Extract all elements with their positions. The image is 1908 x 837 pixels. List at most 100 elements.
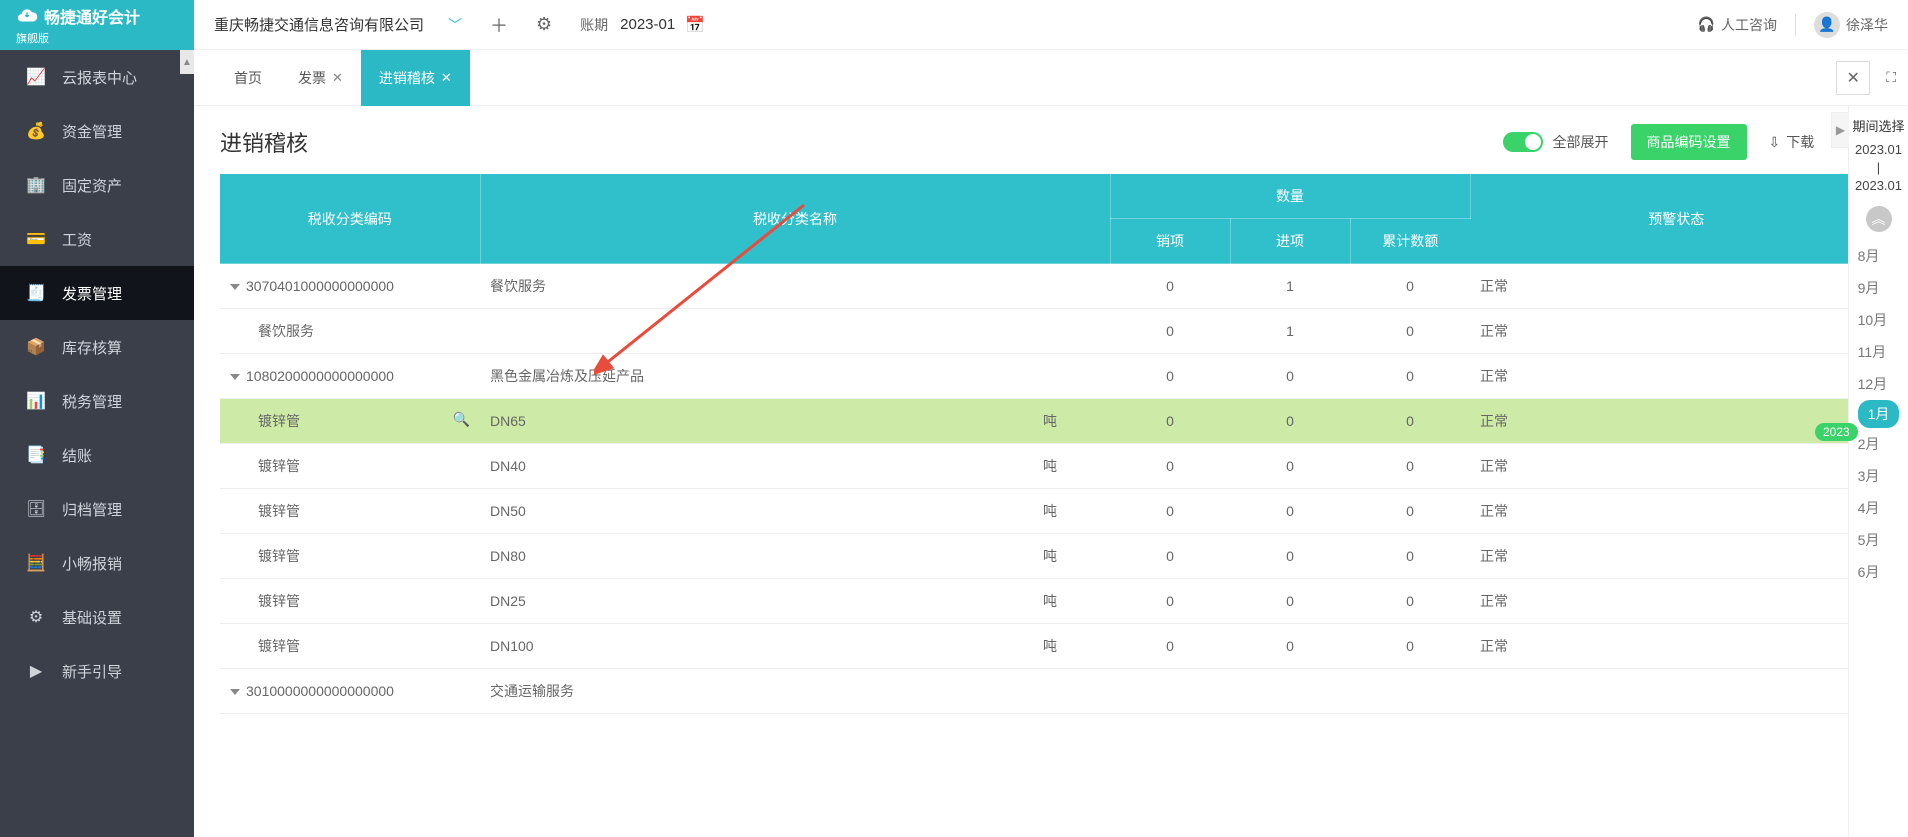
table-row[interactable]: 镀锌管DN25吨000正常: [220, 579, 1882, 624]
code-setting-button[interactable]: 商品编码设置: [1631, 124, 1747, 160]
cell-purchase: 0: [1230, 444, 1350, 489]
rail-month-2[interactable]: 10月: [1858, 304, 1900, 336]
rail-month-7[interactable]: 3月: [1858, 460, 1900, 492]
cell-unit: 吨: [990, 534, 1110, 579]
page-title: 进销稽核: [220, 126, 308, 158]
toggle-switch[interactable]: [1503, 132, 1543, 152]
tab-1[interactable]: 发票✕: [280, 50, 361, 106]
report-icon: 🧮: [26, 553, 46, 573]
sidebar-item-11[interactable]: ▶新手引导: [0, 644, 194, 698]
cell-name: DN25: [480, 579, 860, 624]
expand-all-toggle[interactable]: 全部展开: [1503, 132, 1609, 152]
cell-sales: 0: [1110, 264, 1230, 309]
audit-table: 税收分类编码 税收分类名称 数量 预警状态 销项 进项 累计数额 3070401…: [220, 174, 1882, 714]
user-name: 徐泽华: [1846, 15, 1888, 35]
cell-code: 餐饮服务: [220, 309, 480, 354]
cell-cumulative: 0: [1350, 534, 1470, 579]
table-row[interactable]: 镀锌管DN80吨000正常: [220, 534, 1882, 579]
cell-code: 镀锌管: [220, 534, 480, 579]
cell-alert: 正常: [1470, 624, 1882, 669]
fullscreen-icon[interactable]: ⛶: [1886, 69, 1896, 86]
cell-spec: [860, 264, 990, 309]
rail-month-4[interactable]: 12月: [1858, 368, 1900, 400]
rail-month-10[interactable]: 6月: [1858, 556, 1900, 588]
cell-code: 3010000000000000000: [220, 669, 480, 714]
table-row[interactable]: 餐饮服务010正常: [220, 309, 1882, 354]
avatar-icon: 👤: [1814, 12, 1840, 38]
tab-0[interactable]: 首页: [216, 50, 280, 106]
cell-alert: 正常: [1470, 534, 1882, 579]
cell-purchase: 1: [1230, 309, 1350, 354]
cell-alert: 正常: [1470, 489, 1882, 534]
search-icon[interactable]: 🔍: [453, 411, 470, 428]
gear-icon[interactable]: ⚙: [536, 14, 552, 35]
sidebar-item-6[interactable]: 📊税务管理: [0, 374, 194, 428]
table-row[interactable]: 1080200000000000000黑色金属冶炼及压延产品000正常: [220, 354, 1882, 399]
rail-month-6[interactable]: 2月: [1858, 428, 1900, 460]
add-button[interactable]: ＋: [490, 12, 508, 38]
th-cumulative: 累计数额: [1350, 219, 1470, 264]
rail-month-8[interactable]: 4月: [1858, 492, 1900, 524]
consult-button[interactable]: 🎧 人工咨询: [1698, 15, 1777, 35]
close-all-tabs-button[interactable]: ✕: [1836, 61, 1870, 95]
tab-2[interactable]: 进销稽核✕: [361, 50, 470, 106]
cell-spec: [860, 354, 990, 399]
rail-title: 期间选择: [1852, 116, 1904, 135]
table-row[interactable]: 镀锌管DN50吨000正常: [220, 489, 1882, 534]
rail-month-9[interactable]: 5月: [1858, 524, 1900, 556]
rail-month-3[interactable]: 11月: [1858, 336, 1900, 368]
sidebar-item-5[interactable]: 📦库存核算: [0, 320, 194, 374]
cell-alert: 正常: [1470, 264, 1882, 309]
sidebar-item-4[interactable]: 🧾发票管理: [0, 266, 194, 320]
sidebar-item-1[interactable]: 💰资金管理: [0, 104, 194, 158]
download-button[interactable]: ⇩ 下载: [1769, 132, 1815, 152]
expand-caret-icon[interactable]: [230, 689, 240, 695]
cell-cumulative: 0: [1350, 399, 1470, 444]
cell-unit: [990, 264, 1110, 309]
cell-name: DN80: [480, 534, 860, 579]
table-row[interactable]: 镀锌管DN100吨000正常: [220, 624, 1882, 669]
cell-unit: 吨: [990, 624, 1110, 669]
period-value: 2023-01: [620, 16, 675, 33]
sidebar-item-label: 库存核算: [62, 337, 122, 358]
sidebar-item-8[interactable]: 🗄归档管理: [0, 482, 194, 536]
cell-unit: 吨: [990, 444, 1110, 489]
invoice-icon: 🧾: [26, 283, 46, 303]
th-purchase: 进项: [1230, 219, 1350, 264]
rail-month-1[interactable]: 9月: [1858, 272, 1900, 304]
table-row[interactable]: 3070401000000000000餐饮服务010正常: [220, 264, 1882, 309]
brand: 畅捷通好会计 旗舰版: [0, 0, 194, 50]
expand-caret-icon[interactable]: [230, 374, 240, 380]
rail-month-5[interactable]: 1月: [1858, 400, 1900, 428]
cell-purchase: 0: [1230, 624, 1350, 669]
sidebar-item-2[interactable]: 🏢固定资产: [0, 158, 194, 212]
page-header: 进销稽核 全部展开 商品编码设置 ⇩ 下载 ↻: [194, 106, 1908, 174]
rail-month-0[interactable]: 8月: [1858, 240, 1900, 272]
rail-collapse-button[interactable]: ▶: [1831, 112, 1849, 148]
tab-close-icon[interactable]: ✕: [332, 70, 343, 86]
cell-purchase: 0: [1230, 579, 1350, 624]
scroll-up-icon[interactable]: ▲: [180, 50, 194, 74]
cell-spec: [860, 489, 990, 534]
sidebar-item-label: 税务管理: [62, 391, 122, 412]
sidebar-item-label: 固定资产: [62, 175, 122, 196]
sidebar-item-9[interactable]: 🧮小畅报销: [0, 536, 194, 590]
tab-close-icon[interactable]: ✕: [441, 70, 452, 86]
calendar-icon[interactable]: 📅: [685, 15, 705, 35]
expand-caret-icon[interactable]: [230, 284, 240, 290]
sidebar-item-0[interactable]: 📈云报表中心: [0, 50, 194, 104]
table-row[interactable]: 镀锌管🔍DN65吨000正常: [220, 399, 1882, 444]
cell-name: DN65: [480, 399, 860, 444]
cell-code: 镀锌管🔍: [220, 399, 480, 444]
rail-scroll-up[interactable]: ︽: [1866, 206, 1892, 232]
th-code: 税收分类编码: [220, 174, 480, 264]
tabs: 首页发票✕进销稽核✕ ✕ ⛶: [194, 50, 1908, 106]
table-row[interactable]: 3010000000000000000交通运输服务: [220, 669, 1882, 714]
user-menu[interactable]: 👤 徐泽华: [1814, 12, 1888, 38]
sidebar-item-7[interactable]: 📑结账: [0, 428, 194, 482]
sidebar-item-10[interactable]: ⚙基础设置: [0, 590, 194, 644]
sidebar-item-3[interactable]: 💳工资: [0, 212, 194, 266]
cell-name: DN50: [480, 489, 860, 534]
company-selector[interactable]: 重庆畅捷交通信息咨询有限公司 ﹀: [214, 14, 462, 35]
table-row[interactable]: 镀锌管DN40吨000正常: [220, 444, 1882, 489]
